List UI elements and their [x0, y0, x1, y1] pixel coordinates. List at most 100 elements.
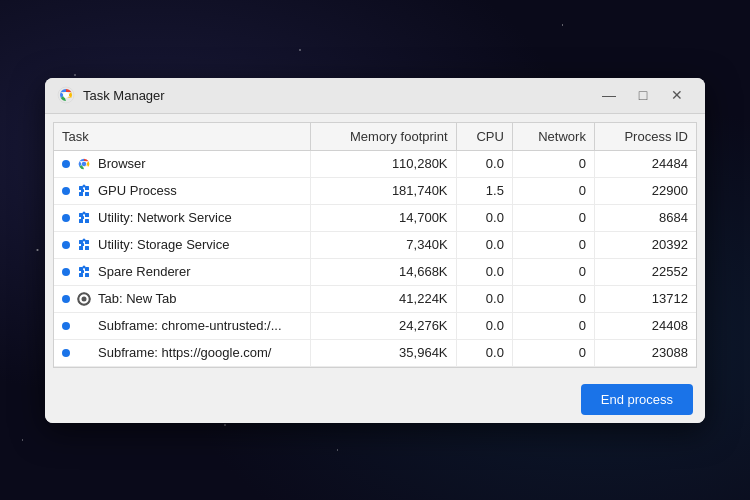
pid-cell: 13712 [594, 285, 696, 312]
puzzle-icon [76, 183, 92, 199]
task-icon-sync [76, 291, 92, 307]
table-row[interactable]: Subframe: https://google.com/ 35,964K 0.… [54, 339, 696, 366]
maximize-button[interactable]: □ [627, 85, 659, 105]
pid-cell: 22552 [594, 258, 696, 285]
puzzle-icon [76, 264, 92, 280]
table-row[interactable]: GPU Process 181,740K 1.5 0 22900 [54, 177, 696, 204]
memory-cell: 35,964K [311, 339, 456, 366]
svg-rect-12 [85, 219, 89, 223]
svg-rect-13 [83, 211, 86, 214]
task-cell: Subframe: https://google.com/ [54, 339, 311, 366]
close-button[interactable]: ✕ [661, 85, 693, 105]
task-icon-puzzle [76, 210, 92, 226]
minimize-button[interactable]: — [593, 85, 625, 105]
status-dot [62, 349, 70, 357]
pid-cell: 24408 [594, 312, 696, 339]
task-icon-puzzle [76, 237, 92, 253]
svg-rect-20 [79, 273, 83, 277]
task-name: Utility: Network Service [98, 210, 232, 225]
status-dot [62, 322, 70, 330]
svg-rect-5 [79, 192, 83, 196]
svg-rect-18 [83, 238, 86, 241]
cpu-cell: 0.0 [456, 258, 512, 285]
network-cell: 0 [512, 204, 594, 231]
svg-rect-11 [85, 213, 89, 217]
svg-rect-10 [79, 219, 83, 223]
svg-point-25 [82, 296, 87, 301]
cpu-cell: 1.5 [456, 177, 512, 204]
network-cell: 0 [512, 231, 594, 258]
window-title: Task Manager [83, 88, 585, 103]
network-cell: 0 [512, 312, 594, 339]
memory-cell: 110,280K [311, 150, 456, 177]
task-icon-none [76, 318, 92, 334]
task-cell: Browser [54, 150, 311, 177]
task-name: Subframe: chrome-untrusted:/... [98, 318, 282, 333]
puzzle-icon [76, 237, 92, 253]
table-row[interactable]: Spare Renderer 14,668K 0.0 0 22552 [54, 258, 696, 285]
svg-rect-8 [83, 184, 86, 187]
task-name: Tab: New Tab [98, 291, 177, 306]
memory-cell: 181,740K [311, 177, 456, 204]
task-cell: Utility: Storage Service [54, 231, 311, 258]
col-header-network[interactable]: Network [512, 123, 594, 151]
col-header-task[interactable]: Task [54, 123, 311, 151]
chrome-logo-icon [57, 86, 75, 104]
task-cell: GPU Process [54, 177, 311, 204]
table-header: Task Memory footprint CPU Network Proces… [54, 123, 696, 151]
pid-cell: 23088 [594, 339, 696, 366]
status-dot [62, 187, 70, 195]
status-dot [62, 295, 70, 303]
window-controls: — □ ✕ [593, 85, 693, 105]
col-header-memory[interactable]: Memory footprint [311, 123, 456, 151]
footer: End process [45, 376, 705, 423]
cpu-cell: 0.0 [456, 204, 512, 231]
svg-rect-6 [85, 186, 89, 190]
pid-cell: 22900 [594, 177, 696, 204]
network-cell: 0 [512, 339, 594, 366]
col-header-pid[interactable]: Process ID [594, 123, 696, 151]
table-row[interactable]: Tab: New Tab 41,224K 0.0 0 13712 [54, 285, 696, 312]
table-row[interactable]: Utility: Network Service 14,700K 0.0 0 8… [54, 204, 696, 231]
task-name: Spare Renderer [98, 264, 191, 279]
table-row[interactable]: Utility: Storage Service 7,340K 0.0 0 20… [54, 231, 696, 258]
end-process-button[interactable]: End process [581, 384, 693, 415]
table-row[interactable]: Subframe: chrome-untrusted:/... 24,276K … [54, 312, 696, 339]
svg-point-3 [82, 161, 86, 165]
status-dot [62, 160, 70, 168]
puzzle-icon [76, 210, 92, 226]
task-name: Subframe: https://google.com/ [98, 345, 271, 360]
pid-cell: 20392 [594, 231, 696, 258]
task-icon-puzzle [76, 183, 92, 199]
process-table: Task Memory footprint CPU Network Proces… [54, 123, 696, 367]
task-icon-puzzle [76, 264, 92, 280]
pid-cell: 24484 [594, 150, 696, 177]
task-icon-none [76, 345, 92, 361]
task-cell: Subframe: chrome-untrusted:/... [54, 312, 311, 339]
table-row[interactable]: Browser 110,280K 0.0 0 24484 [54, 150, 696, 177]
process-table-container: Task Memory footprint CPU Network Proces… [53, 122, 697, 368]
svg-rect-7 [85, 192, 89, 196]
svg-rect-21 [85, 267, 89, 271]
col-header-cpu[interactable]: CPU [456, 123, 512, 151]
status-dot [62, 268, 70, 276]
memory-cell: 7,340K [311, 231, 456, 258]
pid-cell: 8684 [594, 204, 696, 231]
table-body: Browser 110,280K 0.0 0 24484 GPU Process [54, 150, 696, 366]
svg-rect-22 [85, 273, 89, 277]
task-cell: Spare Renderer [54, 258, 311, 285]
task-icon-chrome [76, 156, 92, 172]
task-name: Browser [98, 156, 146, 171]
svg-rect-16 [85, 240, 89, 244]
memory-cell: 41,224K [311, 285, 456, 312]
status-dot [62, 241, 70, 249]
network-cell: 0 [512, 285, 594, 312]
memory-cell: 14,668K [311, 258, 456, 285]
cpu-cell: 0.0 [456, 285, 512, 312]
titlebar: Task Manager — □ ✕ [45, 78, 705, 114]
task-name: Utility: Storage Service [98, 237, 230, 252]
task-name: GPU Process [98, 183, 177, 198]
task-cell: Tab: New Tab [54, 285, 311, 312]
chrome-icon [76, 156, 92, 172]
task-manager-window: Task Manager — □ ✕ Task Memory footprint… [45, 78, 705, 423]
